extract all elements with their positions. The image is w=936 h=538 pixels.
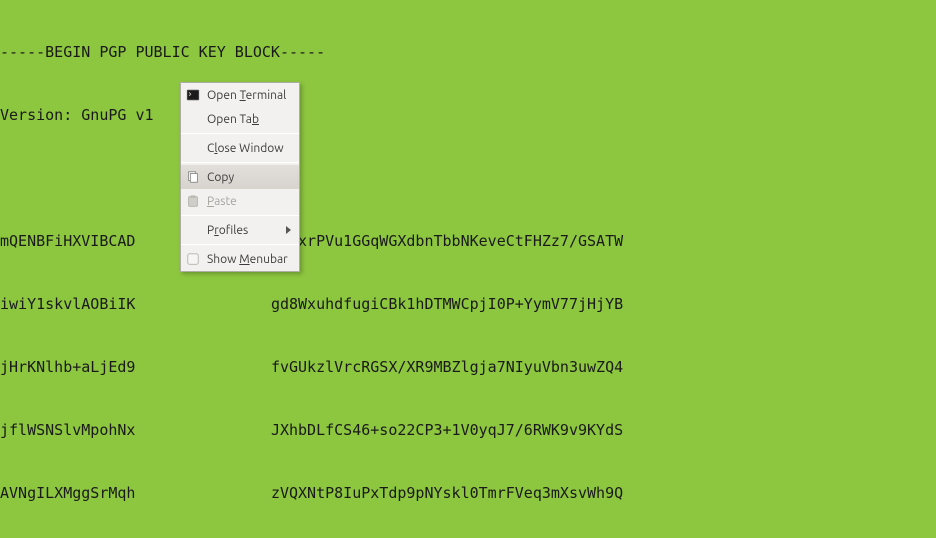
menu-open-tab[interactable]: Open Tab — [181, 107, 299, 131]
menu-separator — [181, 215, 299, 216]
pgp-line: AVNgILXMggSrMqh zVQXNtP8IuPxTdp9pNYskl0T… — [0, 483, 936, 504]
menu-separator — [181, 162, 299, 163]
menu-close-window[interactable]: Close Window — [181, 136, 299, 160]
menu-paste: Paste — [181, 189, 299, 213]
submenu-arrow-icon — [286, 226, 291, 234]
menu-label: Show Menubar — [207, 249, 291, 270]
menu-label: Close Window — [207, 138, 291, 159]
terminal-icon — [185, 87, 201, 103]
terminal-output[interactable]: -----BEGIN PGP PUBLIC KEY BLOCK----- Ver… — [0, 0, 936, 538]
pgp-line: Version: GnuPG v1 — [0, 105, 936, 126]
spacer-icon — [185, 222, 201, 238]
menu-separator — [181, 133, 299, 134]
pgp-line — [0, 168, 936, 189]
pgp-line: -----BEGIN PGP PUBLIC KEY BLOCK----- — [0, 42, 936, 63]
menu-label: Copy — [207, 167, 291, 188]
spacer-icon — [185, 111, 201, 127]
menu-label: Paste — [207, 191, 291, 212]
menu-open-terminal[interactable]: Open Terminal — [181, 83, 299, 107]
paste-icon — [185, 193, 201, 209]
pgp-line: jflWSNSlvMpohNx JXhbDLfCS46+so22CP3+1V0y… — [0, 420, 936, 441]
copy-icon — [185, 169, 201, 185]
pgp-line: jHrKNlhb+aLjEd9 fvGUkzlVrcRGSX/XR9MBZlgj… — [0, 357, 936, 378]
spacer-icon — [185, 140, 201, 156]
menu-copy[interactable]: Copy — [181, 165, 299, 189]
pgp-line: iwiY1skvlAOBiIK gd8WxuhdfugiCBk1hDTMWCpj… — [0, 294, 936, 315]
terminal-context-menu: Open Terminal Open Tab Close Window Copy… — [180, 82, 300, 272]
menu-separator — [181, 244, 299, 245]
menu-label: Profiles — [207, 220, 282, 241]
checkbox-icon — [185, 251, 201, 267]
menu-profiles[interactable]: Profiles — [181, 218, 299, 242]
menu-label: Open Terminal — [207, 85, 291, 106]
menu-label: Open Tab — [207, 109, 291, 130]
pgp-line: mQENBFiHXVIBCAD Sg/xrPVu1GGqWGXdbnTbbNKe… — [0, 231, 936, 252]
menu-show-menubar[interactable]: Show Menubar — [181, 247, 299, 271]
